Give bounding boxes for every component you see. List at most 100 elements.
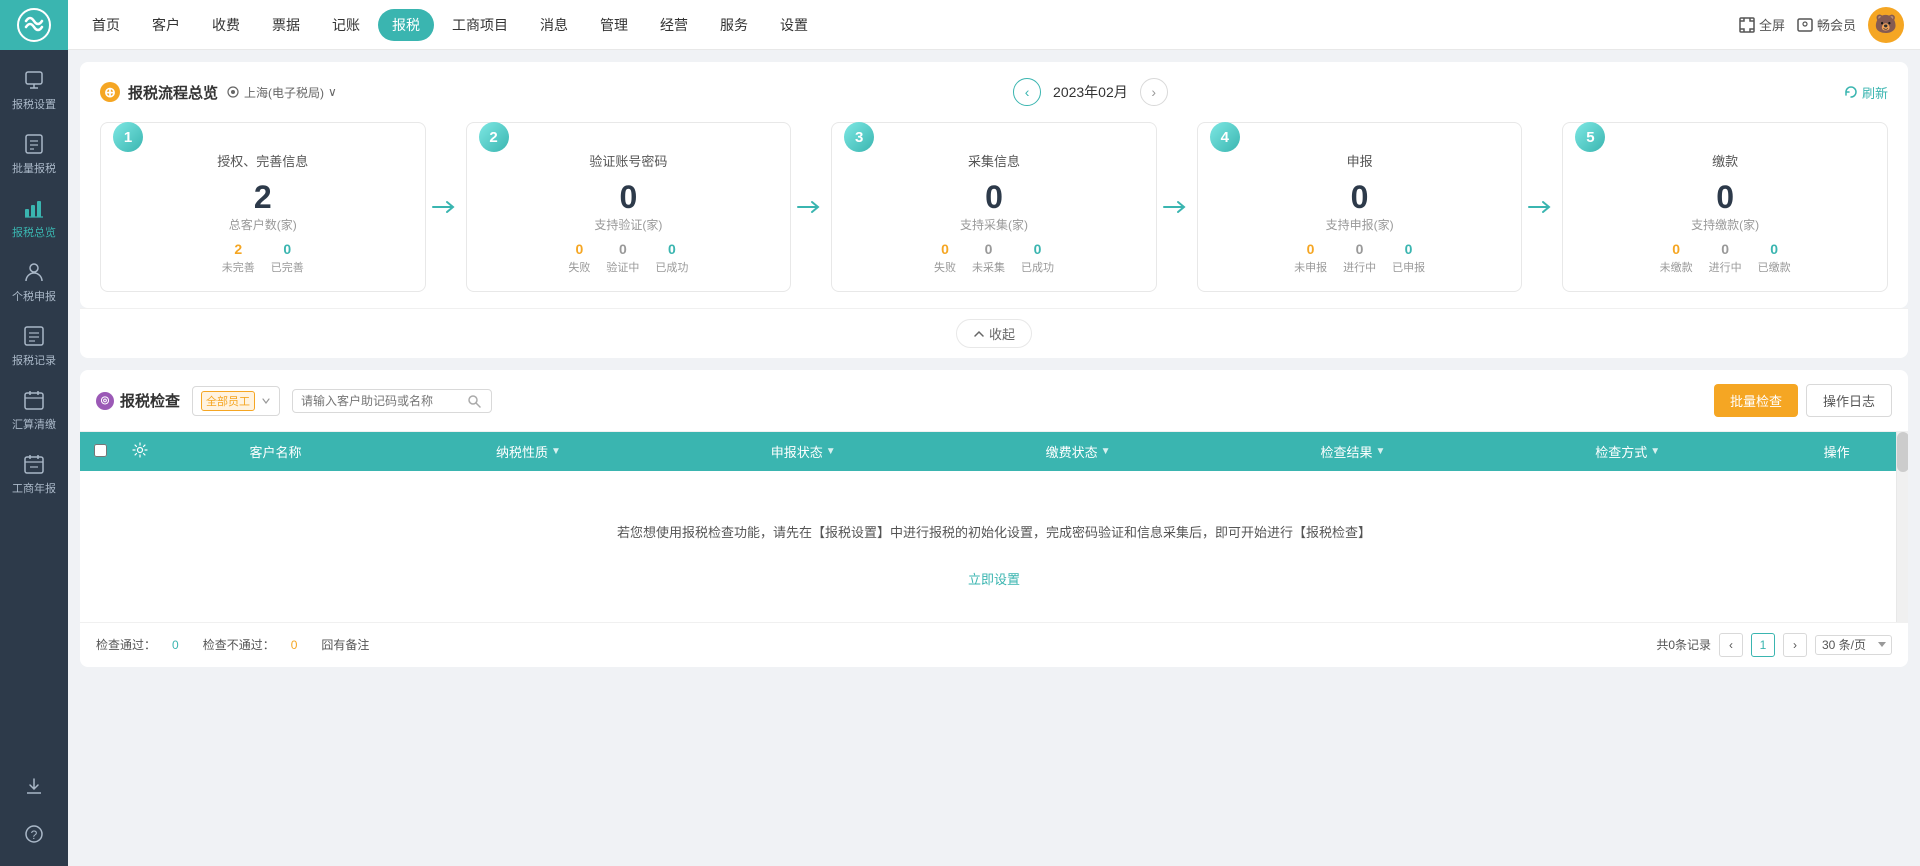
nav-item-manage[interactable]: 管理 [586,9,642,41]
step-2-stat-fail: 0 失败 [568,241,590,275]
step-5-card: 5 缴款 0 支持缴款(家) 0 未缴款 0 进行中 [1562,122,1888,292]
col-client-name: 客户名称 [160,432,391,471]
nav-item-business[interactable]: 工商项目 [438,9,522,41]
date-nav: ‹ 2023年02月 › [1013,78,1168,106]
step-3-sub: 支持采集(家) [848,216,1140,233]
process-steps: 1 授权、完善信息 2 总客户数(家) 2 未完善 0 已完善 [100,122,1888,292]
batch-tax-icon [22,132,46,156]
nav-item-accounting[interactable]: 记账 [318,9,374,41]
sidebar-item-tax-record[interactable]: 报税记录 [0,314,68,378]
per-page-select[interactable]: 30 条/页 50 条/页 100 条/页 [1815,635,1892,655]
employee-filter[interactable]: 全部员工 [192,386,280,416]
nav-item-message[interactable]: 消息 [526,9,582,41]
col-check-result[interactable]: 检查结果 ▼ [1215,432,1490,471]
col-report-status[interactable]: 申报状态 ▼ [666,432,941,471]
col-payment-status[interactable]: 缴费状态 ▼ [941,432,1216,471]
page-next-button[interactable]: › [1783,633,1807,657]
search-box [292,389,492,413]
search-input[interactable] [301,394,461,408]
batch-check-button[interactable]: 批量检查 [1714,384,1798,417]
logo-icon [16,7,52,43]
nav-item-invoice[interactable]: 票据 [258,9,314,41]
step-4-stat-reported: 0 已申报 [1392,241,1425,275]
step-3-number: 3 [844,122,874,152]
sidebar-download-button[interactable] [0,764,68,808]
scrollbar[interactable] [1896,432,1908,621]
sidebar-item-tax-overview[interactable]: 报税总览 [0,186,68,250]
step-3-count: 0 [848,178,1140,216]
collapse-button[interactable]: 收起 [956,319,1032,348]
nav-item-fees[interactable]: 收费 [198,9,254,41]
overview-title: ⊕ 报税流程总览 上海(电子税局) ∨ [100,82,337,103]
step-2-sub: 支持验证(家) [483,216,775,233]
col-action: 操作 [1765,432,1908,471]
help-icon: ? [22,822,46,846]
check-header: ◎ 报税检查 全部员工 批量检查 [80,370,1908,432]
step-1-title: 授权、完善信息 [117,151,409,170]
step-1-stat-incomplete: 2 未完善 [222,241,255,275]
col-check-method[interactable]: 检查方式 ▼ [1490,432,1765,471]
content-area: ⊕ 报税流程总览 上海(电子税局) ∨ ‹ 2023年02月 › [68,50,1920,866]
step-2-stats: 0 失败 0 验证中 0 已成功 [483,241,775,275]
step-5-stat-unpaid: 0 未缴款 [1660,241,1693,275]
nav-item-customer[interactable]: 客户 [138,9,194,41]
step-5-number: 5 [1575,122,1605,152]
page-prev-button[interactable]: ‹ [1719,633,1743,657]
fail-value[interactable]: 0 [291,638,298,652]
check-title-icon: ◎ [96,392,114,410]
empty-state-text: 若您想使用报税检查功能，请先在【报税设置】中进行报税的初始化设置，完成密码验证和… [100,521,1888,544]
sidebar-help-button[interactable]: ? [0,812,68,856]
step-1-stats: 2 未完善 0 已完善 [117,241,409,275]
avatar[interactable]: 🐻 [1868,7,1904,43]
operation-log-button[interactable]: 操作日志 [1806,384,1892,417]
date-display: 2023年02月 [1053,82,1128,102]
overview-title-text: 报税流程总览 [128,82,218,103]
location-tag[interactable]: 上海(电子税局) ∨ [226,84,337,101]
nav-item-service[interactable]: 服务 [706,9,762,41]
sidebar-item-batch-tax[interactable]: 批量报税 [0,122,68,186]
pass-value[interactable]: 0 [172,638,179,652]
member-button[interactable]: 畅会员 [1797,15,1856,34]
check-header-right: 批量检查 操作日志 [1714,384,1892,417]
empty-state: 若您想使用报税检查功能，请先在【报税设置】中进行报税的初始化设置，完成密码验证和… [80,471,1908,621]
step-2-card: 2 验证账号密码 0 支持验证(家) 0 失败 0 验证中 [466,122,792,292]
step-4-stat-inprogress: 0 进行中 [1343,241,1376,275]
scrollbar-thumb [1897,432,1908,472]
refresh-button[interactable]: 刷新 [1844,83,1888,102]
step-4-number: 4 [1210,122,1240,152]
step-3-stat-uncollected: 0 未采集 [972,241,1005,275]
step-5-title: 缴款 [1579,151,1871,170]
fullscreen-button[interactable]: 全屏 [1739,15,1785,34]
step-4-title: 申报 [1214,151,1506,170]
top-nav: 首页 客户 收费 票据 记账 报税 工商项目 消息 管理 经营 服务 设置 全屏… [0,0,1920,50]
date-prev-button[interactable]: ‹ [1013,78,1041,106]
date-next-button[interactable]: › [1140,78,1168,106]
search-icon[interactable] [467,394,481,408]
step-2-count: 0 [483,178,775,216]
nav-item-home[interactable]: 首页 [78,9,134,41]
svg-text:?: ? [31,828,38,842]
step-5-count: 0 [1579,178,1871,216]
step-arrow-3 [1157,122,1197,292]
collapse-area: 收起 [80,308,1908,358]
col-tax-type[interactable]: 纳税性质 ▼ [391,432,666,471]
step-5-stat-inprogress: 0 进行中 [1709,241,1742,275]
nav-item-tax[interactable]: 报税 [378,9,434,41]
step-3-stats: 0 失败 0 未采集 0 已成功 [848,241,1140,275]
step-2-stat-verifying: 0 验证中 [606,241,639,275]
sidebar-item-annual-report[interactable]: 工商年报 [0,442,68,506]
nav-item-operation[interactable]: 经营 [646,9,702,41]
select-all-checkbox[interactable] [94,444,107,457]
nav-items: 首页 客户 收费 票据 记账 报税 工商项目 消息 管理 经营 服务 设置 [68,9,1739,41]
sidebar-item-annual-settlement[interactable]: 汇算清缴 [0,378,68,442]
step-1-card: 1 授权、完善信息 2 总客户数(家) 2 未完善 0 已完善 [100,122,426,292]
setup-link[interactable]: 立即设置 [968,572,1020,587]
settings-icon[interactable] [132,442,148,458]
step-1-stat-complete: 0 已完善 [271,241,304,275]
sidebar-item-individual-tax[interactable]: 个税申报 [0,250,68,314]
step-3-stat-success: 0 已成功 [1021,241,1054,275]
step-5-stats: 0 未缴款 0 进行中 0 已缴款 [1579,241,1871,275]
sidebar-item-tax-settings[interactable]: 报税设置 [0,58,68,122]
nav-item-settings[interactable]: 设置 [766,9,822,41]
sidebar-bottom: ? [0,764,68,866]
